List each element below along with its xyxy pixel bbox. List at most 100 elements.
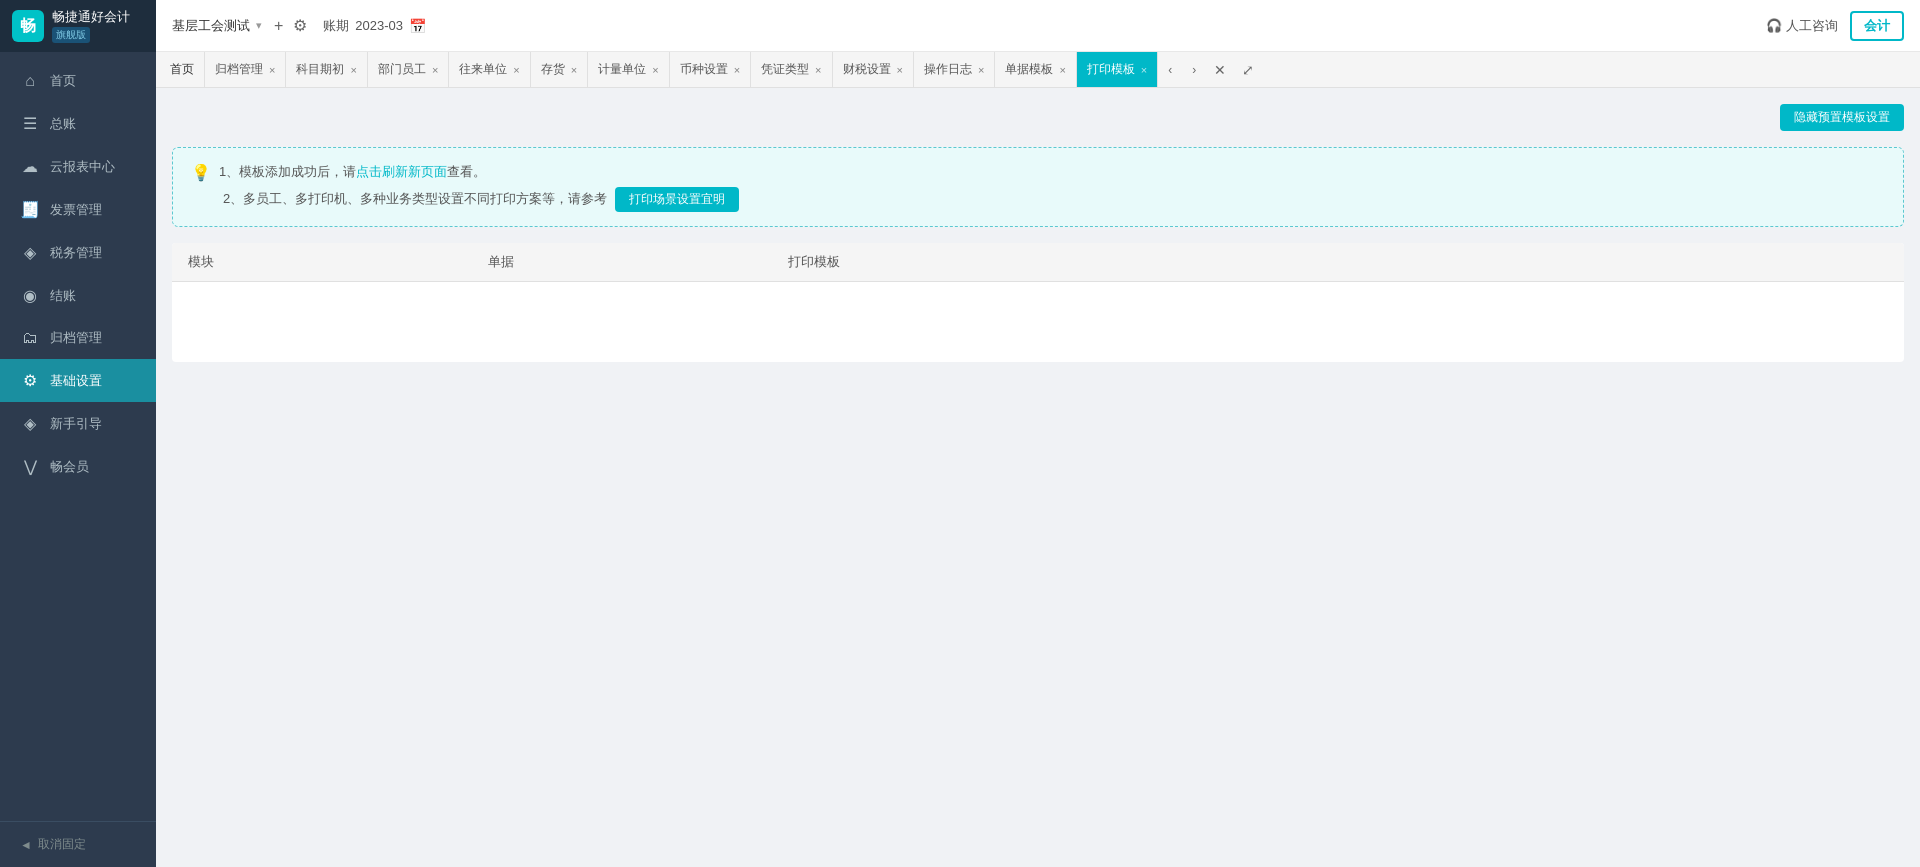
tab-close-icon[interactable]: ×	[269, 64, 275, 76]
tab-counterpart[interactable]: 往来单位 ×	[449, 52, 530, 88]
notice-link[interactable]: 点击刷新新页面	[356, 164, 447, 179]
sidebar-item-invoice[interactable]: 🧾 发票管理	[0, 188, 156, 231]
tab-operation-log[interactable]: 操作日志 ×	[914, 52, 995, 88]
notice-text-2: 2、多员工、多打印机、多种业务类型设置不同打印方案等，请参考 打印场景设置宜明	[223, 187, 739, 212]
print-scene-button[interactable]: 打印场景设置宜明	[615, 187, 739, 212]
action-bar: 隐藏预置模板设置	[172, 104, 1904, 139]
hide-preview-template-button[interactable]: 隐藏预置模板设置	[1780, 104, 1904, 131]
tab-close-icon[interactable]: ×	[978, 64, 984, 76]
home-icon: ⌂	[20, 72, 40, 90]
notice-row-1: 💡 1、模板添加成功后，请点击刷新新页面查看。	[191, 162, 1885, 183]
settings-icon: ⚙	[20, 371, 40, 390]
sidebar-item-archive[interactable]: 🗂 归档管理	[0, 317, 156, 359]
sidebar-unpin-button[interactable]: ◄ 取消固定	[0, 821, 156, 867]
sidebar-nav: ⌂ 首页 ☰ 总账 ☁ 云报表中心 🧾 发票管理 ◈ 税务管理 ◉ 结账 🗂 归…	[0, 52, 156, 821]
data-table: 模块 单据 打印模板	[172, 243, 1904, 362]
sidebar-item-label: 总账	[50, 115, 76, 133]
invoice-icon: 🧾	[20, 200, 40, 219]
cloud-icon: ☁	[20, 157, 40, 176]
table-header-module: 模块	[172, 243, 472, 281]
tab-inventory[interactable]: 存货 ×	[531, 52, 588, 88]
tab-tax-settings[interactable]: 财税设置 ×	[833, 52, 914, 88]
add-workspace-icon[interactable]: +	[274, 17, 283, 35]
sidebar-item-label: 发票管理	[50, 201, 102, 219]
customer-service-label: 人工咨询	[1786, 17, 1838, 35]
tab-bar: 首页 归档管理 × 科目期初 × 部门员工 × 往来单位 × 存货 × 计量单位…	[156, 52, 1920, 88]
tab-expand-button[interactable]: ⤢	[1234, 52, 1262, 88]
tab-label: 存货	[541, 61, 565, 78]
period-label: 账期	[323, 17, 349, 35]
unpin-icon: ◄	[20, 838, 32, 852]
tab-subject-period[interactable]: 科目期初 ×	[286, 52, 367, 88]
notice-text-1b: 查看。	[447, 164, 486, 179]
sidebar-item-reports[interactable]: ☁ 云报表中心	[0, 145, 156, 188]
table-header-voucher: 单据	[472, 243, 772, 281]
sidebar-item-guide[interactable]: ◈ 新手引导	[0, 402, 156, 445]
sidebar-item-home[interactable]: ⌂ 首页	[0, 60, 156, 102]
tab-label: 计量单位	[598, 61, 646, 78]
tab-close-icon[interactable]: ×	[815, 64, 821, 76]
tab-close-icon[interactable]: ×	[1059, 64, 1065, 76]
tab-close-icon[interactable]: ×	[513, 64, 519, 76]
tab-dept-staff[interactable]: 部门员工 ×	[368, 52, 449, 88]
tab-close-icon[interactable]: ×	[350, 64, 356, 76]
tab-archive-mgmt[interactable]: 归档管理 ×	[205, 52, 286, 88]
sidebar-item-label: 首页	[50, 72, 76, 90]
tab-label: 财税设置	[843, 61, 891, 78]
table-body	[172, 282, 1904, 362]
workspace-settings-icon[interactable]: ⚙	[293, 16, 307, 35]
tax-icon: ◈	[20, 243, 40, 262]
app-logo-text: 畅捷通好会计	[52, 9, 130, 26]
sidebar-item-close[interactable]: ◉ 结账	[0, 274, 156, 317]
tab-close-icon[interactable]: ×	[734, 64, 740, 76]
period-value: 2023-03	[355, 18, 403, 33]
sidebar-item-label: 畅会员	[50, 458, 89, 476]
guide-icon: ◈	[20, 414, 40, 433]
member-icon: ⋁	[20, 457, 40, 476]
notice-box: 💡 1、模板添加成功后，请点击刷新新页面查看。 2、多员工、多打印机、多种业务类…	[172, 147, 1904, 227]
sidebar-item-ledger[interactable]: ☰ 总账	[0, 102, 156, 145]
tab-measure-unit[interactable]: 计量单位 ×	[588, 52, 669, 88]
tab-close-icon[interactable]: ×	[1141, 64, 1147, 76]
tab-label: 往来单位	[459, 61, 507, 78]
tab-close-icon[interactable]: ×	[652, 64, 658, 76]
tab-next-button[interactable]: ›	[1182, 52, 1206, 88]
topbar-actions: + ⚙	[274, 16, 307, 35]
sidebar-item-label: 税务管理	[50, 244, 102, 262]
sidebar-item-label: 云报表中心	[50, 158, 115, 176]
tab-label: 币种设置	[680, 61, 728, 78]
unpin-label: 取消固定	[38, 836, 86, 853]
kuaiji-button[interactable]: 会计	[1850, 11, 1904, 41]
tab-label: 打印模板	[1087, 61, 1135, 78]
workspace-selector[interactable]: 基层工会测试 ▾	[172, 17, 262, 35]
sidebar-item-tax[interactable]: ◈ 税务管理	[0, 231, 156, 274]
app-logo-badge: 旗舰版	[52, 27, 90, 43]
tab-single-template[interactable]: 单据模板 ×	[995, 52, 1076, 88]
tab-label: 凭证类型	[761, 61, 809, 78]
sidebar: 畅 畅捷通好会计 旗舰版 ⌂ 首页 ☰ 总账 ☁ 云报表中心 🧾 发票管理 ◈ …	[0, 0, 156, 867]
bulb-icon: 💡	[191, 163, 211, 182]
tab-voucher-type[interactable]: 凭证类型 ×	[751, 52, 832, 88]
tab-currency[interactable]: 币种设置 ×	[670, 52, 751, 88]
tab-close-icon[interactable]: ×	[897, 64, 903, 76]
sidebar-item-label: 结账	[50, 287, 76, 305]
top-bar: 基层工会测试 ▾ + ⚙ 账期 2023-03 📅 🎧 人工咨询 会计	[156, 0, 1920, 52]
tab-home[interactable]: 首页	[160, 52, 205, 88]
notice-row-2: 2、多员工、多打印机、多种业务类型设置不同打印方案等，请参考 打印场景设置宜明	[191, 187, 1885, 212]
sidebar-item-settings[interactable]: ⚙ 基础设置	[0, 359, 156, 402]
tab-label: 部门员工	[378, 61, 426, 78]
tab-label: 科目期初	[296, 61, 344, 78]
customer-service-button[interactable]: 🎧 人工咨询	[1766, 17, 1838, 35]
tab-prev-button[interactable]: ‹	[1158, 52, 1182, 88]
calendar-icon[interactable]: 📅	[409, 18, 426, 34]
sidebar-item-label: 新手引导	[50, 415, 102, 433]
tab-label: 归档管理	[215, 61, 263, 78]
tab-close-all-button[interactable]: ✕	[1206, 52, 1234, 88]
sidebar-item-label: 基础设置	[50, 372, 102, 390]
tab-close-icon[interactable]: ×	[432, 64, 438, 76]
sidebar-item-member[interactable]: ⋁ 畅会员	[0, 445, 156, 488]
workspace-name: 基层工会测试	[172, 17, 250, 35]
tab-print-template[interactable]: 打印模板 ×	[1077, 52, 1158, 88]
tab-close-icon[interactable]: ×	[571, 64, 577, 76]
sidebar-item-label: 归档管理	[50, 329, 102, 347]
